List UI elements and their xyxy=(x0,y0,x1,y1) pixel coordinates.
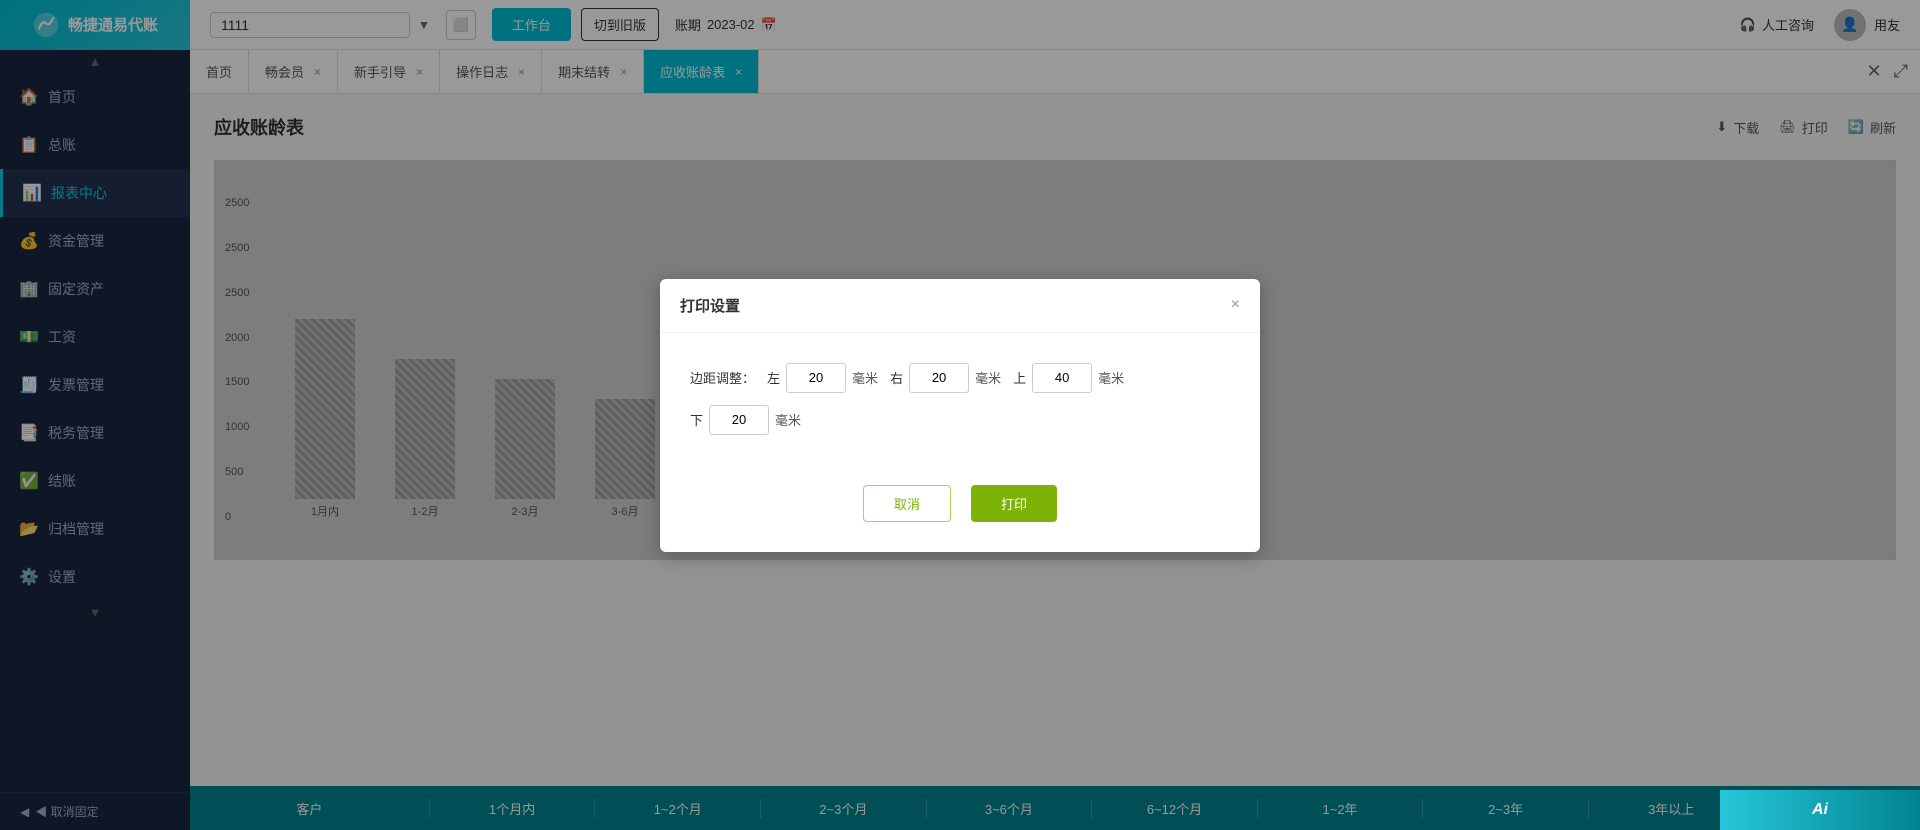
bottom-unit: 毫米 xyxy=(775,410,801,429)
top-prefix: 上 xyxy=(1013,368,1026,387)
modal-footer: 取消 打印 xyxy=(660,465,1260,552)
margin-bottom-input[interactable] xyxy=(709,405,769,435)
margin-left-group: 左 毫米 xyxy=(767,363,878,393)
print-settings-dialog: 打印设置 × 边距调整： 左 毫米 右 毫米 上 毫米 xyxy=(660,279,1260,552)
modal-body: 边距调整： 左 毫米 右 毫米 上 毫米 下 xyxy=(660,333,1260,465)
modal-overlay: 打印设置 × 边距调整： 左 毫米 右 毫米 上 毫米 xyxy=(0,0,1920,830)
margin-row: 边距调整： 左 毫米 右 毫米 上 毫米 下 xyxy=(690,363,1230,435)
ai-bar[interactable]: Ai xyxy=(1720,790,1920,830)
ai-label: Ai xyxy=(1812,801,1828,819)
cancel-button[interactable]: 取消 xyxy=(863,485,951,522)
right-prefix: 右 xyxy=(890,368,903,387)
margin-top-input[interactable] xyxy=(1032,363,1092,393)
bottom-prefix: 下 xyxy=(690,410,703,429)
top-unit: 毫米 xyxy=(1098,368,1124,387)
confirm-print-button[interactable]: 打印 xyxy=(971,485,1057,522)
margin-top-group: 上 毫米 xyxy=(1013,363,1124,393)
margin-bottom-group: 下 毫米 xyxy=(690,405,801,435)
right-unit: 毫米 xyxy=(975,368,1001,387)
modal-close-button[interactable]: × xyxy=(1231,296,1240,314)
modal-title: 打印设置 xyxy=(680,295,740,316)
margin-left-input[interactable] xyxy=(786,363,846,393)
margin-label: 边距调整： xyxy=(690,368,755,387)
left-prefix: 左 xyxy=(767,368,780,387)
margin-right-group: 右 毫米 xyxy=(890,363,1001,393)
left-unit: 毫米 xyxy=(852,368,878,387)
modal-header: 打印设置 × xyxy=(660,279,1260,333)
margin-right-input[interactable] xyxy=(909,363,969,393)
